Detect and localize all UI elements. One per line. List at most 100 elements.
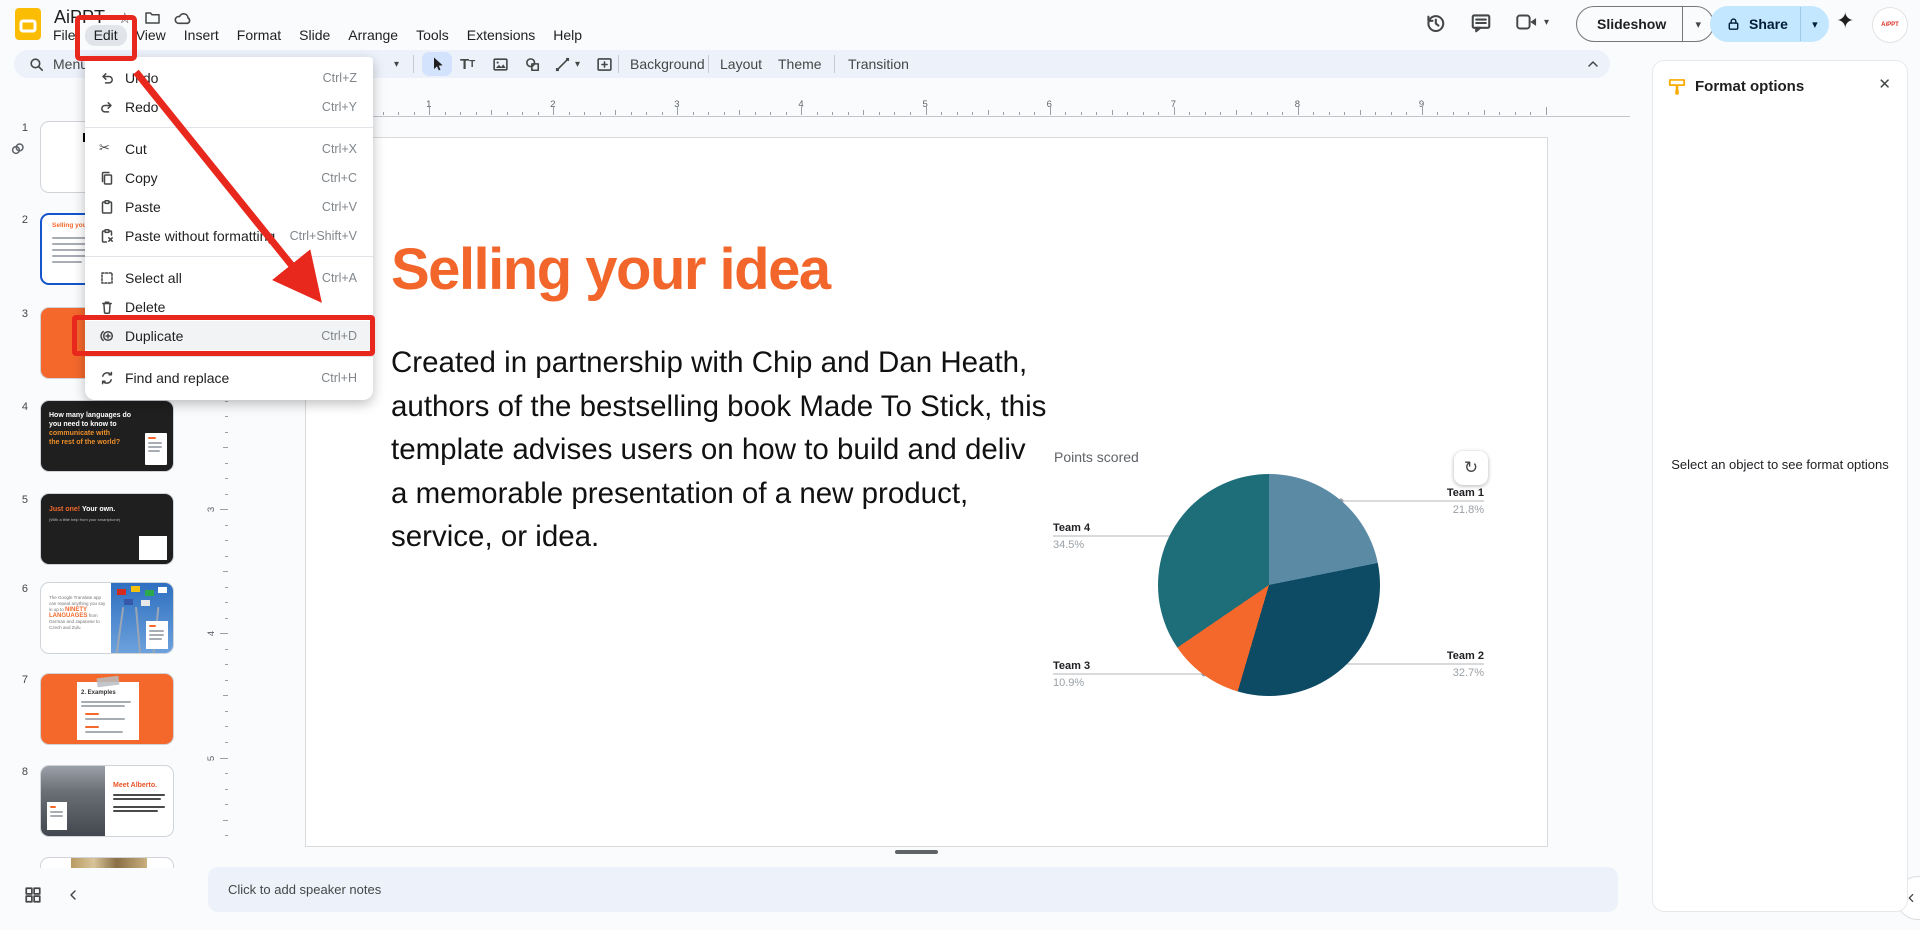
menu-item-paste-without-formatting[interactable]: Paste without formatting Ctrl+Shift+V (85, 221, 373, 250)
menu-item-undo[interactable]: Undo Ctrl+Z (85, 63, 373, 92)
transition-button[interactable]: Transition (848, 50, 909, 78)
text-line-bar (148, 437, 156, 439)
slide-thumbnail-9[interactable] (40, 857, 174, 868)
cut-icon: ✂ (99, 141, 110, 156)
text-line-bar (148, 446, 162, 448)
flag (131, 586, 140, 592)
menu-item-redo[interactable]: Redo Ctrl+Y (85, 92, 373, 121)
menu-item-cut[interactable]: ✂ Cut Ctrl+X (85, 134, 373, 163)
lock-icon (1710, 16, 1741, 32)
thumb8-card (47, 802, 67, 830)
share-button[interactable]: Share ▾ (1710, 6, 1829, 42)
thumb-number: 6 (21, 583, 28, 595)
text-line-bar (50, 811, 63, 813)
pie-pct-team2: 32.7% (1452, 667, 1484, 679)
canvas-scroll-indicator[interactable] (895, 850, 938, 854)
pie-pct-team3: 10.9% (1053, 677, 1085, 689)
collapse-filmstrip-button[interactable] (66, 888, 80, 902)
thumb8-title: Meet Alberto. (113, 782, 158, 789)
thumb-number: 2 (21, 214, 28, 226)
insert-shape-tool[interactable] (524, 50, 541, 78)
menu-insert[interactable]: Insert (175, 25, 228, 46)
cloud-status-icon[interactable] (174, 11, 192, 25)
text-line-bar (81, 705, 125, 707)
theme-button[interactable]: Theme (778, 50, 822, 78)
text-line-bar (148, 442, 162, 444)
menu-help[interactable]: Help (544, 25, 591, 46)
slide-thumbnail-4[interactable]: How many languages do you need to know t… (40, 400, 174, 472)
pie-chart[interactable] (1158, 474, 1380, 696)
slide-body-text[interactable]: Created in partnership with Chip and Dan… (391, 341, 1046, 559)
text-line-bar (50, 815, 63, 817)
pie-label-team1: Team 1 (1446, 487, 1484, 499)
menu-item-copy[interactable]: Copy Ctrl+C (85, 163, 373, 192)
insert-image-tool[interactable] (492, 50, 509, 78)
close-icon[interactable]: ✕ (1878, 75, 1891, 93)
text-box-tool[interactable]: TT (460, 50, 475, 78)
flag (158, 587, 167, 593)
text-line-bar (113, 794, 165, 796)
slide-thumbnail-7[interactable]: 2. Examples (40, 673, 174, 745)
toolbar-separator (834, 55, 835, 73)
zoom-dropdown[interactable]: ▾ (394, 50, 399, 78)
menu-item-select-all[interactable]: Select all Ctrl+A (85, 263, 373, 292)
menu-item-find-and-replace[interactable]: Find and replace Ctrl+H (85, 363, 373, 392)
text-line-bar (85, 726, 99, 728)
slideshow-dropdown[interactable]: ▾ (1682, 7, 1713, 41)
menu-format[interactable]: Format (228, 25, 290, 46)
slideshow-button[interactable]: Slideshow ▾ (1576, 6, 1715, 42)
text-line-bar (113, 810, 158, 812)
thumb-number: 3 (21, 308, 28, 320)
menu-arrange[interactable]: Arrange (339, 25, 407, 46)
text-line-bar (85, 713, 99, 715)
thumb4-line: communicate with (49, 430, 111, 437)
menu-separator (85, 356, 373, 357)
thumb5-card (139, 536, 167, 560)
pie-label-team3: Team 3 (1053, 660, 1091, 672)
google-slides-app: AiPPT ☆ File Edit View Insert Format Sli… (0, 0, 1920, 930)
select-all-icon (99, 270, 125, 286)
menu-separator (85, 127, 373, 128)
comments-icon[interactable] (1470, 12, 1492, 34)
menu-bar: File Edit View Insert Format Slide Arran… (44, 15, 591, 61)
line-dropdown[interactable]: ▾ (575, 50, 580, 78)
body-line: Created in partnership with Chip and Dan… (391, 346, 1028, 379)
meet-present-button[interactable]: ▾ (1516, 13, 1549, 31)
panel-empty-message: Select an object to see format options (1671, 457, 1889, 472)
insert-line-tool[interactable] (554, 50, 571, 78)
annotation-box-duplicate (72, 315, 375, 356)
speaker-notes[interactable]: Click to add speaker notes (208, 867, 1618, 912)
move-folder-icon[interactable] (144, 10, 161, 25)
grid-view-button[interactable] (24, 886, 42, 904)
menu-item-paste[interactable]: Paste Ctrl+V (85, 192, 373, 221)
insert-placeholder-tool[interactable] (596, 50, 613, 78)
slide-canvas[interactable]: Selling your idea Created in partnership… (305, 137, 1548, 847)
format-options-panel: Format options ✕ Select an object to see… (1652, 60, 1908, 912)
thumb2-title: Selling you (52, 222, 87, 229)
flag (141, 600, 150, 606)
slide-thumbnail-8[interactable]: Meet Alberto. (40, 765, 174, 837)
layout-button[interactable]: Layout (720, 50, 762, 78)
share-dropdown[interactable]: ▾ (1799, 7, 1829, 41)
account-avatar[interactable]: AiPPT (1872, 7, 1908, 43)
slide-thumbnail-6[interactable]: The Google Translate app can repeat anyt… (40, 582, 174, 654)
body-line: template advises users on how to build a… (391, 433, 1026, 467)
paste-icon (99, 199, 125, 215)
pie-pct-team1: 21.8% (1452, 504, 1484, 516)
slide-title[interactable]: Selling your idea (391, 236, 831, 303)
menu-separator (85, 256, 373, 257)
version-history-icon[interactable] (1424, 12, 1446, 34)
menu-extensions[interactable]: Extensions (458, 25, 544, 46)
background-button[interactable]: Background (630, 50, 705, 78)
search-icon (28, 56, 45, 73)
collapse-toolbar-button[interactable] (1586, 50, 1600, 78)
gemini-sparkle-icon[interactable]: ✦ (1836, 9, 1854, 34)
menu-slide[interactable]: Slide (290, 25, 339, 46)
slides-app-icon[interactable] (14, 7, 42, 41)
menu-edit[interactable]: Edit (74, 15, 137, 61)
menu-tools[interactable]: Tools (407, 25, 458, 46)
slide-thumbnail-5[interactable]: Just one! Your own. (With a little help … (40, 493, 174, 565)
thumb-number: 7 (21, 674, 28, 686)
embedded-chart[interactable]: Points scored ↻ Team 1 21.8% Team 2 32.7… (1046, 438, 1498, 716)
select-tool[interactable] (422, 50, 452, 78)
